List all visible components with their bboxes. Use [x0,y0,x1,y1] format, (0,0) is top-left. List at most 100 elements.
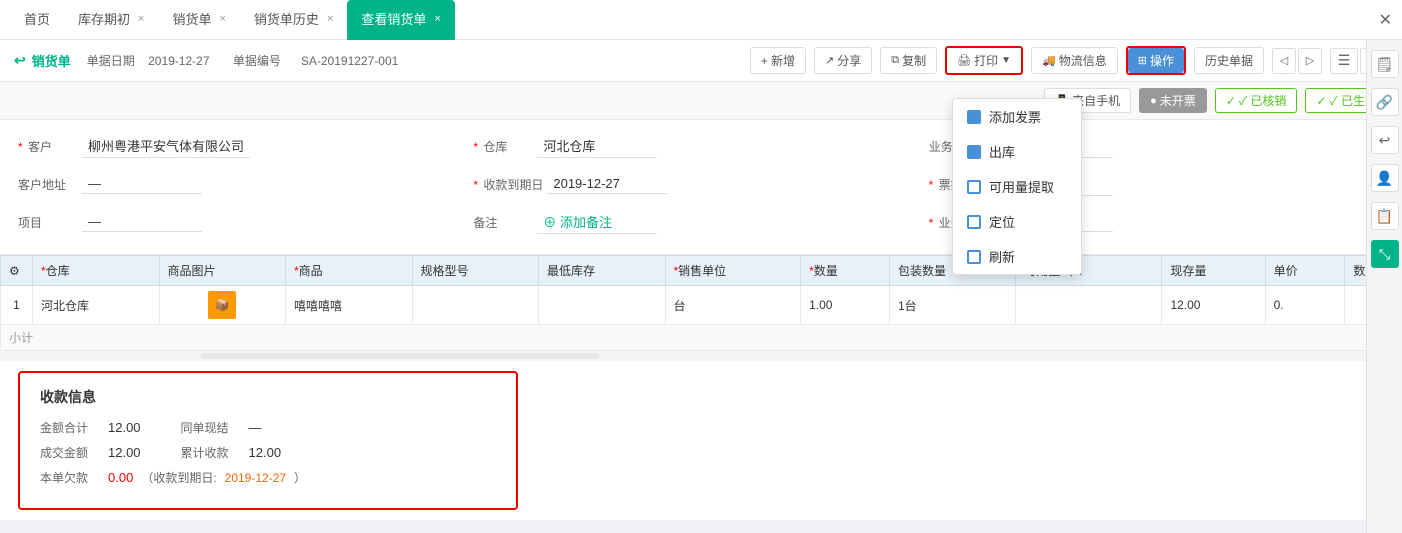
this-order-value: 0.00 [108,470,133,485]
col-product: *商品 [286,256,413,286]
cumulative-item: 累计收款 12.00 [181,444,282,461]
doc-header-right: + 新增 ↗ 分享 ⧉ 复制 🖨 打印 ▼ 🚚 物流信息 [750,46,1388,75]
tab-home[interactable]: 首页 [10,0,64,40]
form-section: * 客户 柳州粤港平安气体有限公司 * 仓库 河北仓库 业务员 演示账号 [0,120,1402,254]
project-field: 项目 — [18,212,473,232]
row-warehouse: 河北仓库 [33,286,160,325]
nav-next[interactable]: ▷ [1298,48,1322,74]
this-order-item: 本单欠款 0.00 （收款到期日: 2019-12-27 ） [40,469,306,486]
verified-label: ✓ 已核销 [1239,92,1287,109]
row-product: 嘻嘻嘻嘻 [286,286,413,325]
add-button[interactable]: + 新增 [750,47,806,74]
deal-amount-item: 成交金额 12.00 [40,444,141,461]
row-spec [412,286,539,325]
table-body: 1 河北仓库 📦 嘻嘻嘻嘻 台 1.00 1台 12.00 0. [1,286,1402,351]
col-spec: 规格型号 [412,256,539,286]
tab-close-inventory[interactable]: × [138,13,144,25]
amount-total-value: 12.00 [108,420,141,435]
tab-sales-order[interactable]: 销货单 × [158,0,239,40]
operation-button[interactable]: ⊞ 操作 [1128,48,1184,73]
add-invoice-icon [967,110,981,124]
operation-highlight: ⊞ 操作 [1126,46,1186,75]
verified-btn[interactable]: ✓ ✓ 已核销 [1215,88,1298,113]
outbound-icon [967,145,981,159]
locate-label: 定位 [989,212,1015,231]
customer-value[interactable]: 柳州粤港平安气体有限公司 [82,134,250,158]
add-note-btn[interactable]: ⊕ 添加备注 [537,210,657,234]
window-close-button[interactable]: ✕ [1379,10,1392,30]
locate-item[interactable]: 定位 [953,204,1081,239]
address-field: 客户地址 — [18,174,473,194]
refresh-icon [967,250,981,264]
row-pack-qty: 1台 [889,286,1016,325]
col-image: 商品图片 [159,256,286,286]
print-button[interactable]: 🖨 打印 ▼ [947,48,1021,73]
nav-prev[interactable]: ◁ [1272,48,1296,74]
outbound-item[interactable]: 出库 [953,134,1081,169]
doc-type-label: 销货单 [32,51,71,70]
operation-dropdown: 添加发票 出库 可用量提取 定位 刷新 [952,98,1082,275]
available-qty-label: 可用量提取 [989,177,1054,196]
address-value[interactable]: — [82,174,202,194]
form-row-3: 项目 — 备注 ⊕ 添加备注 * 业务员孟 — [18,210,1384,234]
form-row-2: 客户地址 — * 收款到期日 2019-12-27 * 票据类型 不开票 [18,172,1384,196]
tab-close-sales-history[interactable]: × [327,13,333,25]
history-button[interactable]: 历史单据 [1194,47,1264,74]
row-price: 0. [1265,286,1345,325]
project-value[interactable]: — [82,212,202,232]
col-current-stock: 现存量 [1162,256,1265,286]
bottom-section: 收款信息 金额合计 12.00 同单现结 — 成交金额 12.00 累计收款 [0,361,1402,520]
logistics-button[interactable]: 🚚 物流信息 [1031,47,1118,74]
doc-header: ↩ 销货单 单据日期 2019-12-27 单据编号 SA-20191227-0… [0,40,1402,82]
row-unit: 台 [665,286,801,325]
sidebar-link-btn[interactable]: 🔗 [1371,88,1399,116]
sidebar-expand-btn[interactable]: ⤡ [1371,240,1399,268]
add-invoice-item[interactable]: 添加发票 [953,99,1081,134]
sidebar-back-btn[interactable]: ↩ [1371,126,1399,154]
row-image: 📦 [159,286,286,325]
share-button[interactable]: ↗ 分享 [814,47,872,74]
warehouse-value[interactable]: 河北仓库 [537,134,657,158]
tab-inventory-init[interactable]: 库存期初 × [64,0,158,40]
due-date-value: 2019-12-27 [225,471,286,485]
payment-row-3: 本单欠款 0.00 （收款到期日: 2019-12-27 ） [40,469,496,486]
copy-button[interactable]: ⧉ 复制 [880,47,937,74]
row-index: 1 [1,286,33,325]
tab-close-sales-order[interactable]: × [219,13,225,25]
payment-row-2: 成交金额 12.00 累计收款 12.00 [40,444,496,461]
refresh-label: 刷新 [989,247,1015,266]
not-open-btn[interactable]: ● 未开票 [1139,88,1207,113]
nav-arrows: ◁ ▷ [1272,48,1322,74]
view-list[interactable]: ☰ [1330,48,1358,74]
doc-title: ↩ 销货单 [14,51,71,70]
date-label: 单据日期 [87,54,135,68]
tab-sales-history[interactable]: 销货单历史 × [240,0,347,40]
col-settings[interactable]: ⚙ [1,256,33,286]
available-qty-icon [967,180,981,194]
row-current-stock: 12.00 [1162,286,1265,325]
sidebar-user-btn[interactable]: 👤 [1371,164,1399,192]
no-label: 单据编号 [233,54,281,68]
sidebar-clip-btn[interactable]: 📋 [1371,202,1399,230]
row-min-stock [539,286,666,325]
table-header: ⚙ *仓库 商品图片 *商品 规格型号 最低库存 *销售单位 *数量 包装数量 … [1,256,1402,286]
tab-view-sales[interactable]: 查看销货单 × [347,0,454,40]
refresh-item[interactable]: 刷新 [953,239,1081,274]
payment-row-1: 金额合计 12.00 同单现结 — [40,419,496,436]
warehouse-field: * 仓库 河北仓库 [473,134,928,158]
same-order-value: — [249,420,262,435]
payment-date-value[interactable]: 2019-12-27 [547,174,667,194]
subtotal-label: 小计 [1,325,1402,351]
data-table: ⚙ *仓库 商品图片 *商品 规格型号 最低库存 *销售单位 *数量 包装数量 … [0,255,1402,351]
col-price: 单价 [1265,256,1345,286]
tab-close-view-sales[interactable]: × [434,13,440,25]
tab-bar: 首页 库存期初 × 销货单 × 销货单历史 × 查看销货单 × ✕ [0,0,1402,40]
sidebar-notes-btn[interactable]: 🗒 [1371,50,1399,78]
available-qty-item[interactable]: 可用量提取 [953,169,1081,204]
main-content: ↩ 销货单 单据日期 2019-12-27 单据编号 SA-20191227-0… [0,40,1402,520]
payment-info: 收款信息 金额合计 12.00 同单现结 — 成交金额 12.00 累计收款 [18,371,518,510]
doc-header-left: ↩ 销货单 单据日期 2019-12-27 单据编号 SA-20191227-0… [14,51,408,70]
add-invoice-label: 添加发票 [989,107,1041,126]
customer-field: * 客户 柳州粤港平安气体有限公司 [18,134,473,158]
form-row-1: * 客户 柳州粤港平安气体有限公司 * 仓库 河北仓库 业务员 演示账号 [18,134,1384,158]
